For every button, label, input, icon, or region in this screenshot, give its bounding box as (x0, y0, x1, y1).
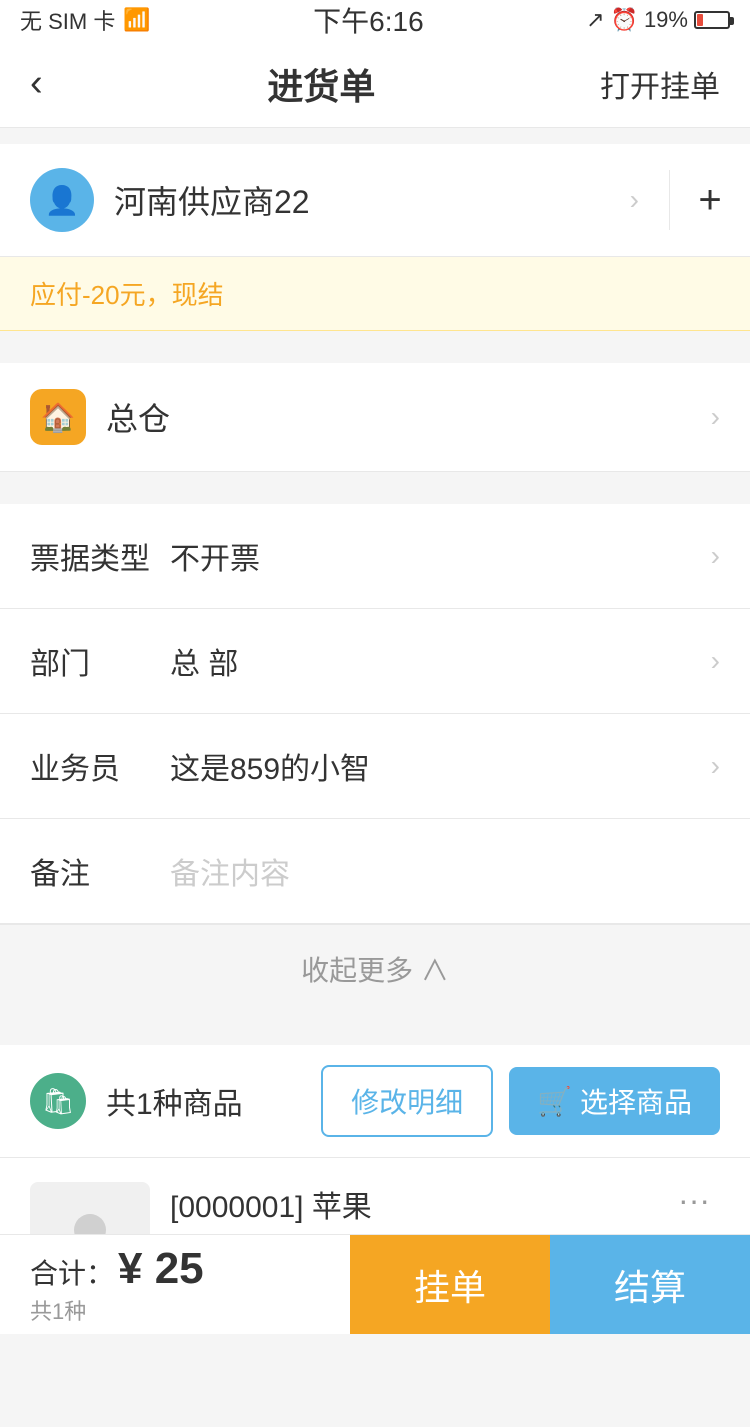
sales-rep-value: 这是859的小智 (170, 744, 711, 788)
invoice-type-row[interactable]: 票据类型 不开票 › (0, 504, 750, 609)
select-product-button[interactable]: 🛒 选择商品 (509, 1067, 720, 1135)
warehouse-chevron-icon: › (711, 401, 720, 433)
status-right: ↗ ⏰ 19% (586, 7, 730, 33)
divider-3 (0, 1013, 750, 1029)
open-pending-button[interactable]: 打开挂单 (600, 62, 720, 106)
department-value: 总 部 (170, 639, 711, 683)
divider-1 (0, 331, 750, 347)
divider-2 (0, 472, 750, 488)
supplier-chevron-icon: › (630, 184, 639, 216)
department-label: 部门 (30, 639, 170, 683)
alarm-icon: ⏰ (611, 7, 638, 33)
hang-order-button[interactable]: 挂单 (350, 1235, 550, 1334)
footer: 合计： ¥ 25 共1种 挂单 结算 (0, 1234, 750, 1334)
carrier-text: 无 SIM 卡 (20, 4, 115, 36)
warehouse-icon: 🏠 (30, 389, 86, 445)
settle-button[interactable]: 结算 (550, 1235, 750, 1334)
footer-total-line: 合计： ¥ 25 (30, 1244, 320, 1294)
page-title: 进货单 (267, 58, 375, 110)
nav-bar: ‹ 进货单 打开挂单 (0, 40, 750, 128)
status-left: 无 SIM 卡 📶 (20, 4, 151, 36)
battery-text: 19% (644, 7, 688, 33)
footer-sub-text: 共1种 (30, 1294, 320, 1326)
notice-bar: 应付-20元，现结 (0, 257, 750, 331)
back-button[interactable]: ‹ (30, 62, 43, 105)
form-section: 票据类型 不开票 › 部门 总 部 › 业务员 这是859的小智 › 备注 备注… (0, 504, 750, 1013)
sales-rep-row[interactable]: 业务员 这是859的小智 › (0, 714, 750, 819)
product-code: [0000001] (170, 1191, 303, 1224)
time-display: 下午6:16 (313, 0, 424, 40)
cart-icon: 🛒 (537, 1085, 572, 1118)
product-name: [0000001] 苹果 (170, 1182, 668, 1226)
warehouse-row[interactable]: 🏠 总仓 › (0, 363, 750, 472)
status-bar: 无 SIM 卡 📶 下午6:16 ↗ ⏰ 19% (0, 0, 750, 40)
remark-row[interactable]: 备注 备注内容 (0, 819, 750, 924)
department-row[interactable]: 部门 总 部 › (0, 609, 750, 714)
warehouse-section: 🏠 总仓 › (0, 363, 750, 472)
supplier-section: 👤 河南供应商22 › + 应付-20元，现结 (0, 144, 750, 331)
sales-rep-chevron-icon: › (711, 750, 720, 782)
department-chevron-icon: › (711, 645, 720, 677)
invoice-type-label: 票据类型 (30, 534, 170, 578)
footer-total: 合计： ¥ 25 共1种 (0, 1235, 350, 1334)
supplier-row-wrapper: 👤 河南供应商22 › + (0, 144, 750, 257)
shopping-bag-icon: 🛍 (41, 1086, 74, 1117)
invoice-type-value: 不开票 (170, 534, 711, 578)
remark-label: 备注 (30, 849, 170, 893)
product-title: 苹果 (312, 1191, 372, 1224)
warehouse-name: 总仓 (106, 394, 711, 440)
product-more-button[interactable]: ··· (668, 1182, 720, 1219)
select-product-label: 选择商品 (580, 1081, 692, 1121)
total-label: 合计： (30, 1252, 114, 1292)
sales-rep-label: 业务员 (30, 744, 170, 788)
product-header: 🛍 共1种商品 修改明细 🛒 选择商品 (0, 1045, 750, 1158)
supplier-avatar: 👤 (30, 168, 94, 232)
edit-detail-button[interactable]: 修改明细 (321, 1065, 493, 1137)
total-amount: ¥ 25 (118, 1244, 204, 1294)
supplier-row[interactable]: 👤 河南供应商22 › (0, 144, 669, 256)
invoice-chevron-icon: › (711, 540, 720, 572)
location-icon: ↗ (586, 7, 604, 33)
product-count-icon: 🛍 (30, 1073, 86, 1129)
add-supplier-button[interactable]: + (670, 178, 750, 223)
avatar-icon: 👤 (45, 184, 80, 217)
collapse-button[interactable]: 收起更多 ∧ (0, 924, 750, 1013)
product-count-text: 共1种商品 (106, 1079, 321, 1123)
wifi-icon: 📶 (123, 7, 150, 33)
battery-icon (694, 11, 730, 29)
supplier-name: 河南供应商22 (114, 177, 630, 223)
remark-input[interactable]: 备注内容 (170, 849, 720, 893)
